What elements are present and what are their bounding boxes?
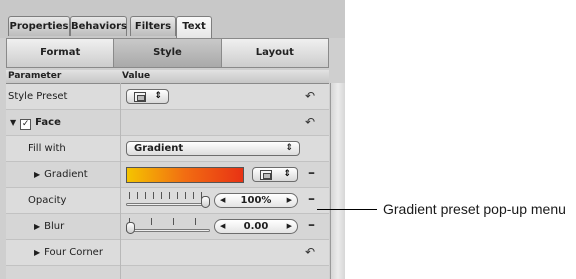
disclosure-open-icon[interactable]: ▼	[10, 110, 16, 135]
slider-ticks	[129, 218, 205, 226]
disclosure-closed-icon[interactable]: ▶	[34, 240, 40, 265]
row-opacity: Opacity ◀ 100% ▶ –	[6, 188, 329, 214]
preset-icon	[260, 170, 272, 180]
fill-with-value: Gradient	[134, 143, 184, 154]
blur-value-field[interactable]: ◀ 0.00 ▶	[214, 219, 298, 234]
row-style-preset: Style Preset ⇕ ↶	[6, 84, 329, 110]
blur-slider[interactable]	[126, 217, 210, 237]
row-face: ▼ ✓ Face ↶	[6, 110, 329, 136]
value-column-header: Value	[122, 71, 151, 81]
opacity-label: Opacity	[28, 195, 67, 206]
tab-properties[interactable]: Properties	[8, 16, 70, 36]
gradient-label: Gradient	[44, 169, 88, 180]
slider-thumb[interactable]	[201, 196, 210, 208]
row-blur: ▶ Blur ◀ 0.00 ▶ –	[6, 214, 329, 240]
four-corner-group: ▶ Four Corner	[34, 240, 103, 265]
slider-thumb[interactable]	[126, 222, 135, 234]
blur-value: 0.00	[243, 221, 269, 232]
disclosure-closed-icon[interactable]: ▶	[34, 162, 40, 187]
preset-icon	[134, 92, 146, 102]
updown-arrows-icon: ⇕	[154, 91, 162, 101]
panel-tab-bar: Properties Behaviors Filters Text	[0, 0, 345, 38]
subtab-format[interactable]: Format	[7, 39, 115, 67]
inspector-panel: Properties Behaviors Filters Text Format…	[0, 0, 345, 279]
subtab-style[interactable]: Style	[114, 39, 222, 67]
column-header: Parameter Value	[6, 70, 329, 84]
parameter-column-header: Parameter	[8, 71, 62, 81]
increment-arrow-icon[interactable]: ▶	[287, 194, 292, 207]
reset-arrow-icon[interactable]: ↶	[305, 246, 315, 258]
minus-icon[interactable]: –	[308, 192, 315, 206]
disclosure-closed-icon[interactable]: ▶	[34, 214, 40, 239]
row-gradient: ▶ Gradient ⇕ –	[6, 162, 329, 188]
face-label: Face	[35, 117, 61, 128]
slider-track	[126, 203, 210, 206]
callout-leader-line	[317, 209, 377, 210]
sub-tab-bar: Format Style Layout	[6, 38, 329, 68]
fill-with-popup[interactable]: Gradient ⇕	[126, 141, 300, 156]
gradient-group: ▶ Gradient	[34, 162, 88, 187]
tab-filters[interactable]: Filters	[130, 16, 176, 36]
vertical-scrollbar[interactable]	[330, 83, 345, 279]
face-checkbox[interactable]: ✓	[20, 119, 32, 130]
increment-arrow-icon[interactable]: ▶	[287, 220, 292, 233]
updown-arrows-icon: ⇕	[285, 143, 293, 153]
minus-icon[interactable]: –	[308, 218, 315, 232]
callout-label: Gradient preset pop-up menu	[383, 201, 566, 217]
opacity-value-field[interactable]: ◀ 100% ▶	[214, 193, 298, 208]
fill-with-label: Fill with	[28, 143, 66, 154]
gradient-swatch[interactable]	[126, 167, 244, 183]
four-corner-label: Four Corner	[44, 247, 103, 258]
reset-arrow-icon[interactable]: ↶	[305, 90, 315, 102]
column-divider	[120, 83, 121, 279]
subtab-layout[interactable]: Layout	[221, 39, 328, 67]
row-empty	[6, 266, 329, 279]
blur-label: Blur	[44, 221, 65, 232]
slider-track	[126, 229, 210, 232]
row-four-corner: ▶ Four Corner ↶	[6, 240, 329, 266]
style-preset-label: Style Preset	[8, 91, 68, 102]
style-preset-popup[interactable]: ⇕	[126, 89, 169, 104]
opacity-value: 100%	[240, 195, 272, 206]
tab-text[interactable]: Text	[176, 16, 212, 38]
updown-arrows-icon: ⇕	[283, 169, 291, 179]
tab-behaviors[interactable]: Behaviors	[70, 16, 127, 36]
opacity-slider[interactable]	[126, 191, 210, 211]
gradient-preset-popup[interactable]: ⇕	[252, 167, 298, 182]
slider-ticks	[129, 192, 205, 200]
minus-icon[interactable]: –	[308, 166, 315, 180]
face-group: ▼ ✓ Face	[10, 110, 61, 135]
reset-arrow-icon[interactable]: ↶	[305, 116, 315, 128]
blur-group: ▶ Blur	[34, 214, 64, 239]
row-fill-with: Fill with Gradient ⇕	[6, 136, 329, 162]
